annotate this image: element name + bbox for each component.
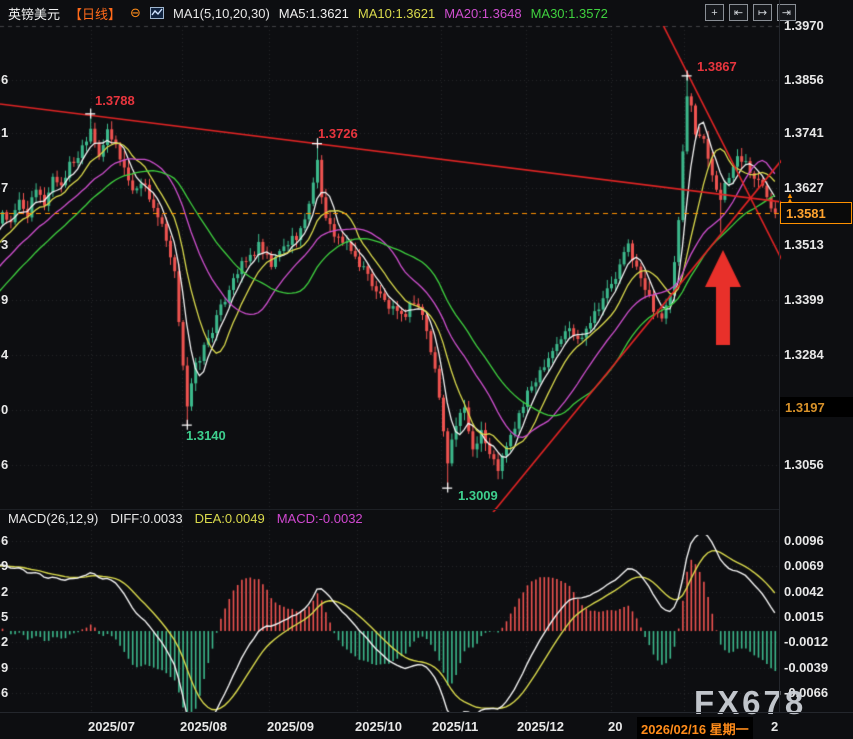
price-tick: 1.3056 <box>784 457 824 472</box>
period-label: 【日线】 <box>69 4 121 23</box>
trading-chart-window: 英镑美元 【日线】 ⊖ MA1(5,10,20,30) MA5:1.3621 M… <box>0 0 853 739</box>
annotation-swing-high: 1.3726 <box>318 126 358 141</box>
left-axis-digit: 3 <box>1 237 8 252</box>
macd-dea-value: DEA:0.0049 <box>195 511 265 526</box>
time-label: 2025/11 <box>432 719 478 734</box>
collapse-icon[interactable]: ⊖ <box>130 5 141 21</box>
macd-tick: 0.0069 <box>784 558 824 573</box>
symbol-title: 英镑美元 <box>8 4 60 23</box>
left-axis-digit: 6 <box>1 685 8 700</box>
zoom-fit-button[interactable]: ⇤ <box>729 4 748 21</box>
macd-title: MACD(26,12,9) <box>8 511 98 526</box>
left-axis-digit: 6 <box>1 457 8 472</box>
time-label: 2025/09 <box>267 719 314 734</box>
macd-tick: -0.0012 <box>784 634 828 649</box>
macd-header: MACD(26,12,9) DIFF:0.0033 DEA:0.0049 MAC… <box>8 511 363 526</box>
left-axis-digit: 9 <box>1 660 8 675</box>
chart-toolbar: + ⇤ ↦ ⇥ <box>705 4 796 21</box>
ma30-value: MA30:1.3572 <box>531 6 608 21</box>
price-tick: 1.3741 <box>784 125 824 140</box>
ma5-value: MA5:1.3621 <box>279 6 349 21</box>
left-axis-digit: 9 <box>1 292 8 307</box>
axis-separator <box>779 0 780 712</box>
auto-scroll-icon: ↦ <box>758 6 767 19</box>
left-axis-digit: 7 <box>1 180 8 195</box>
left-axis-digit: 0 <box>1 402 8 417</box>
macd-tick: -0.0039 <box>784 660 828 675</box>
macd-tick: 0.0096 <box>784 533 824 548</box>
crosshair-pan-button[interactable]: + <box>705 4 724 21</box>
current-price-badge: 1.3581 <box>780 202 852 224</box>
left-axis-digit: 4 <box>1 347 8 362</box>
annotation-swing-low: 1.3140 <box>186 428 226 443</box>
left-axis-digit: 2 <box>1 634 8 649</box>
watermark: FX678 <box>694 684 806 722</box>
time-label-partial: 20 <box>608 719 622 734</box>
left-axis-digit: 6 <box>1 72 8 87</box>
auto-scroll-button[interactable]: ↦ <box>753 4 772 21</box>
time-label: 2025/07 <box>88 719 135 734</box>
price-tick: 1.3284 <box>784 347 824 362</box>
annotation-swing-high: 1.3867 <box>697 59 737 74</box>
price-tick: 1.3513 <box>784 237 824 252</box>
ma-settings-label: MA1(5,10,20,30) <box>173 6 270 21</box>
time-label: 2025/12 <box>517 719 564 734</box>
panel-separator <box>0 509 779 510</box>
crosshair-pan-icon: + <box>711 7 717 19</box>
left-axis-digit: 1 <box>1 125 8 140</box>
price-tick: 1.3856 <box>784 72 824 87</box>
left-axis-digit: 2 <box>1 584 8 599</box>
price-tick: 1.3399 <box>784 292 824 307</box>
macd-diff-value: DIFF:0.0033 <box>110 511 182 526</box>
annotation-swing-high: 1.3788 <box>95 93 135 108</box>
chart-canvas[interactable] <box>0 0 853 739</box>
left-axis-digit: 6 <box>1 533 8 548</box>
macd-tick: 0.0042 <box>784 584 824 599</box>
marked-price-badge: 1.3197 <box>780 397 853 417</box>
price-tick: 1.3970 <box>784 18 824 33</box>
left-axis-digit: 9 <box>1 558 8 573</box>
ma20-value: MA20:1.3648 <box>444 6 521 21</box>
macd-tick: 0.0015 <box>784 609 824 624</box>
timeaxis-separator <box>0 712 853 713</box>
chart-type-icon[interactable] <box>150 7 164 19</box>
macd-macd-value: MACD:-0.0032 <box>277 511 363 526</box>
time-label: 2025/10 <box>355 719 402 734</box>
ma10-value: MA10:1.3621 <box>358 6 435 21</box>
zoom-fit-icon: ⇤ <box>734 6 743 19</box>
annotation-swing-low: 1.3009 <box>458 488 498 503</box>
left-axis-digit: 5 <box>1 609 8 624</box>
time-label: 2025/08 <box>180 719 227 734</box>
chart-header: 英镑美元 【日线】 ⊖ MA1(5,10,20,30) MA5:1.3621 M… <box>8 4 608 22</box>
